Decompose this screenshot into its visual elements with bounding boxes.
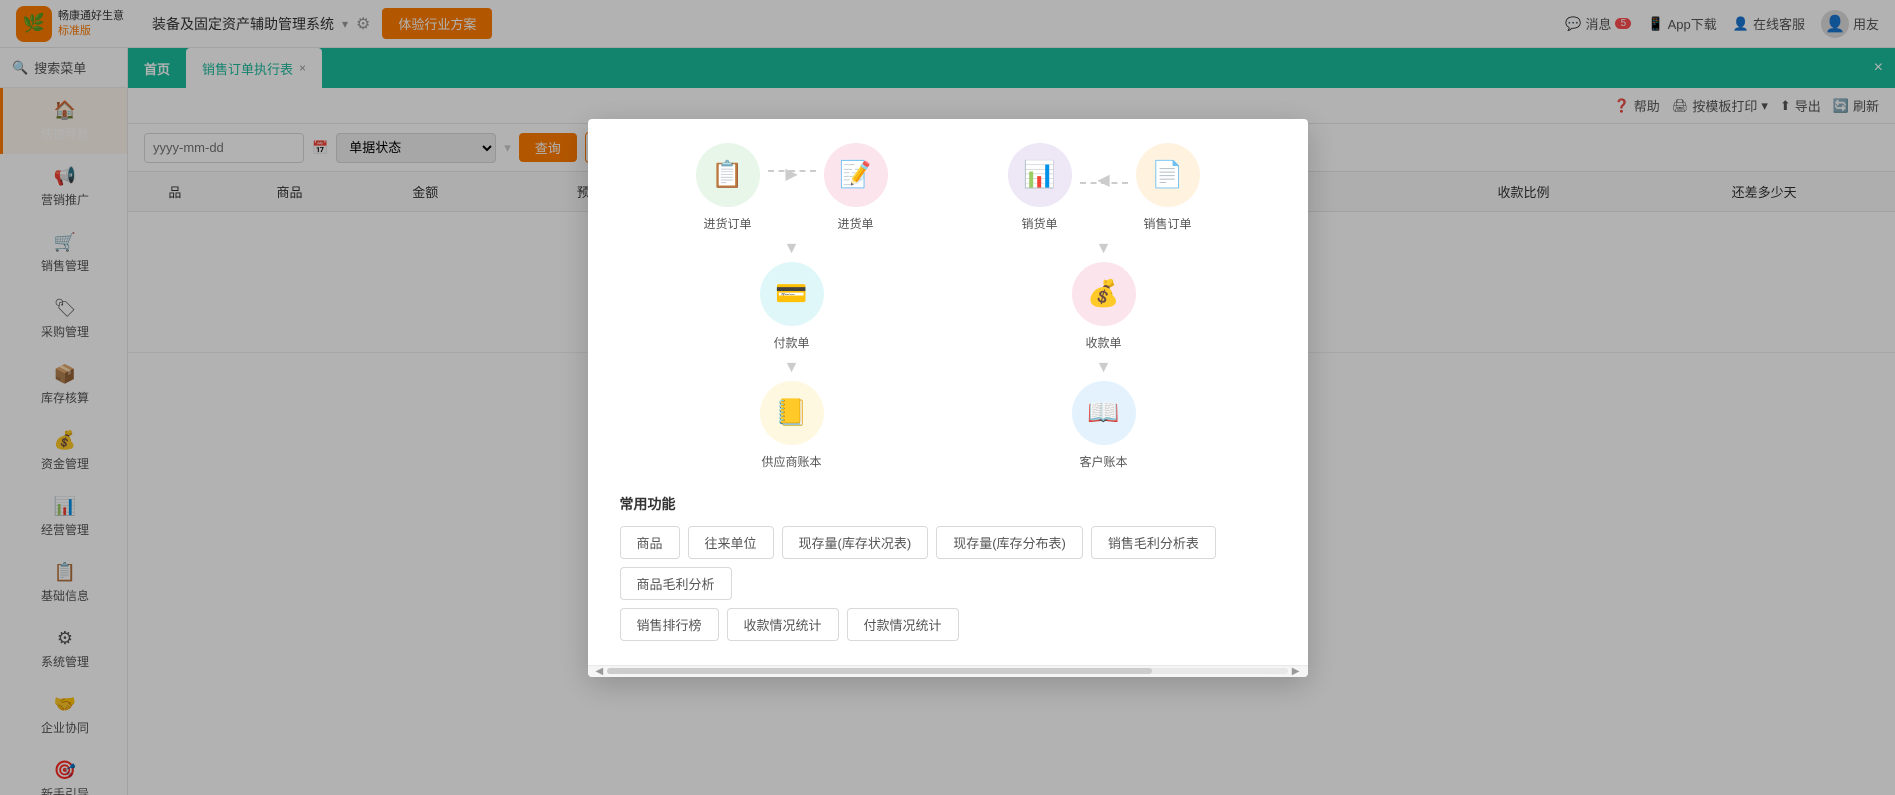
func-btn-receipt-stats[interactable]: 收款情况统计	[727, 608, 839, 641]
receipt-label: 收款单	[1085, 334, 1121, 351]
supplier-ledger-label: 供应商账本	[761, 453, 821, 470]
left-flow: 📋 进货订单 ▶ 📝 进货单	[696, 143, 888, 470]
supplier-ledger-circle: 📒	[760, 381, 824, 445]
func-btn-stock-status[interactable]: 现存量(库存状况表)	[782, 526, 929, 559]
modal-dialog: 📋 进货订单 ▶ 📝 进货单	[588, 119, 1308, 677]
func-btn-product[interactable]: 商品	[620, 526, 680, 559]
sales-bill-circle: 📊	[1008, 143, 1072, 207]
customer-ledger-label: 客户账本	[1079, 453, 1127, 470]
node-purchase-bill[interactable]: 📝 进货单	[824, 143, 888, 232]
func-btn-product-margin[interactable]: 商品毛利分析	[620, 567, 732, 600]
common-functions-title: 常用功能	[620, 494, 1276, 514]
node-customer-ledger[interactable]: 📖 客户账本	[1072, 381, 1136, 470]
purchase-order-label: 进货订单	[703, 215, 751, 232]
v-arrow-sales: ▼	[1096, 240, 1112, 258]
flow-row-2: 📊 销货单 ◀ 📄 销售订单	[1008, 143, 1200, 232]
right-flow: 📊 销货单 ◀ 📄 销售订单	[1008, 143, 1200, 470]
sales-bill-label: 销货单	[1021, 215, 1057, 232]
customer-ledger-circle: 📖	[1072, 381, 1136, 445]
flow-columns: 📋 进货订单 ▶ 📝 进货单	[696, 143, 1200, 470]
node-receipt[interactable]: 💰 收款单	[1072, 262, 1136, 351]
scroll-left-icon[interactable]: ◀	[592, 666, 608, 677]
flow-row-1: 📋 进货订单 ▶ 📝 进货单	[696, 143, 888, 232]
scrollbar-track	[607, 668, 1288, 674]
modal-overlay[interactable]: 📋 进货订单 ▶ 📝 进货单	[0, 0, 1895, 795]
function-buttons-row2: 销售排行榜 收款情况统计 付款情况统计	[620, 608, 1276, 641]
h-arrow-1: ▶	[768, 170, 816, 184]
v-arrow-receipt: ▼	[1096, 359, 1112, 377]
payment-circle: 💳	[760, 262, 824, 326]
scrollbar-thumb	[607, 668, 1151, 674]
node-payment[interactable]: 💳 付款单	[760, 262, 824, 351]
sales-order-label: 销售订单	[1143, 215, 1191, 232]
common-functions: 常用功能 商品 往来单位 现存量(库存状况表) 现存量(库存分布表) 销售毛利分…	[620, 494, 1276, 641]
v-arrow-payment: ▼	[784, 359, 800, 377]
node-sales-order[interactable]: 📄 销售订单	[1136, 143, 1200, 232]
func-btn-partner[interactable]: 往来单位	[688, 526, 774, 559]
func-btn-sales-rank[interactable]: 销售排行榜	[620, 608, 719, 641]
v-arrow-purchase: ▼	[784, 240, 800, 258]
payment-label: 付款单	[773, 334, 809, 351]
purchase-order-circle: 📋	[696, 143, 760, 207]
func-btn-payment-stats[interactable]: 付款情况统计	[847, 608, 959, 641]
purchase-bill-circle: 📝	[824, 143, 888, 207]
func-btn-sales-margin[interactable]: 销售毛利分析表	[1091, 526, 1216, 559]
h-arrow-2: ◀	[1080, 170, 1128, 184]
modal-content: 📋 进货订单 ▶ 📝 进货单	[588, 119, 1308, 665]
node-supplier-ledger[interactable]: 📒 供应商账本	[760, 381, 824, 470]
purchase-bill-label: 进货单	[837, 215, 873, 232]
modal-scrollbar: ◀ ▶	[588, 665, 1308, 677]
function-buttons-row1: 商品 往来单位 现存量(库存状况表) 现存量(库存分布表) 销售毛利分析表 商品…	[620, 526, 1276, 600]
func-btn-stock-dist[interactable]: 现存量(库存分布表)	[936, 526, 1083, 559]
node-purchase-order[interactable]: 📋 进货订单	[696, 143, 760, 232]
node-sales-bill[interactable]: 📊 销货单	[1008, 143, 1072, 232]
receipt-circle: 💰	[1072, 262, 1136, 326]
sales-order-circle: 📄	[1136, 143, 1200, 207]
scroll-right-icon[interactable]: ▶	[1288, 666, 1304, 677]
flow-diagram: 📋 进货订单 ▶ 📝 进货单	[620, 143, 1276, 470]
